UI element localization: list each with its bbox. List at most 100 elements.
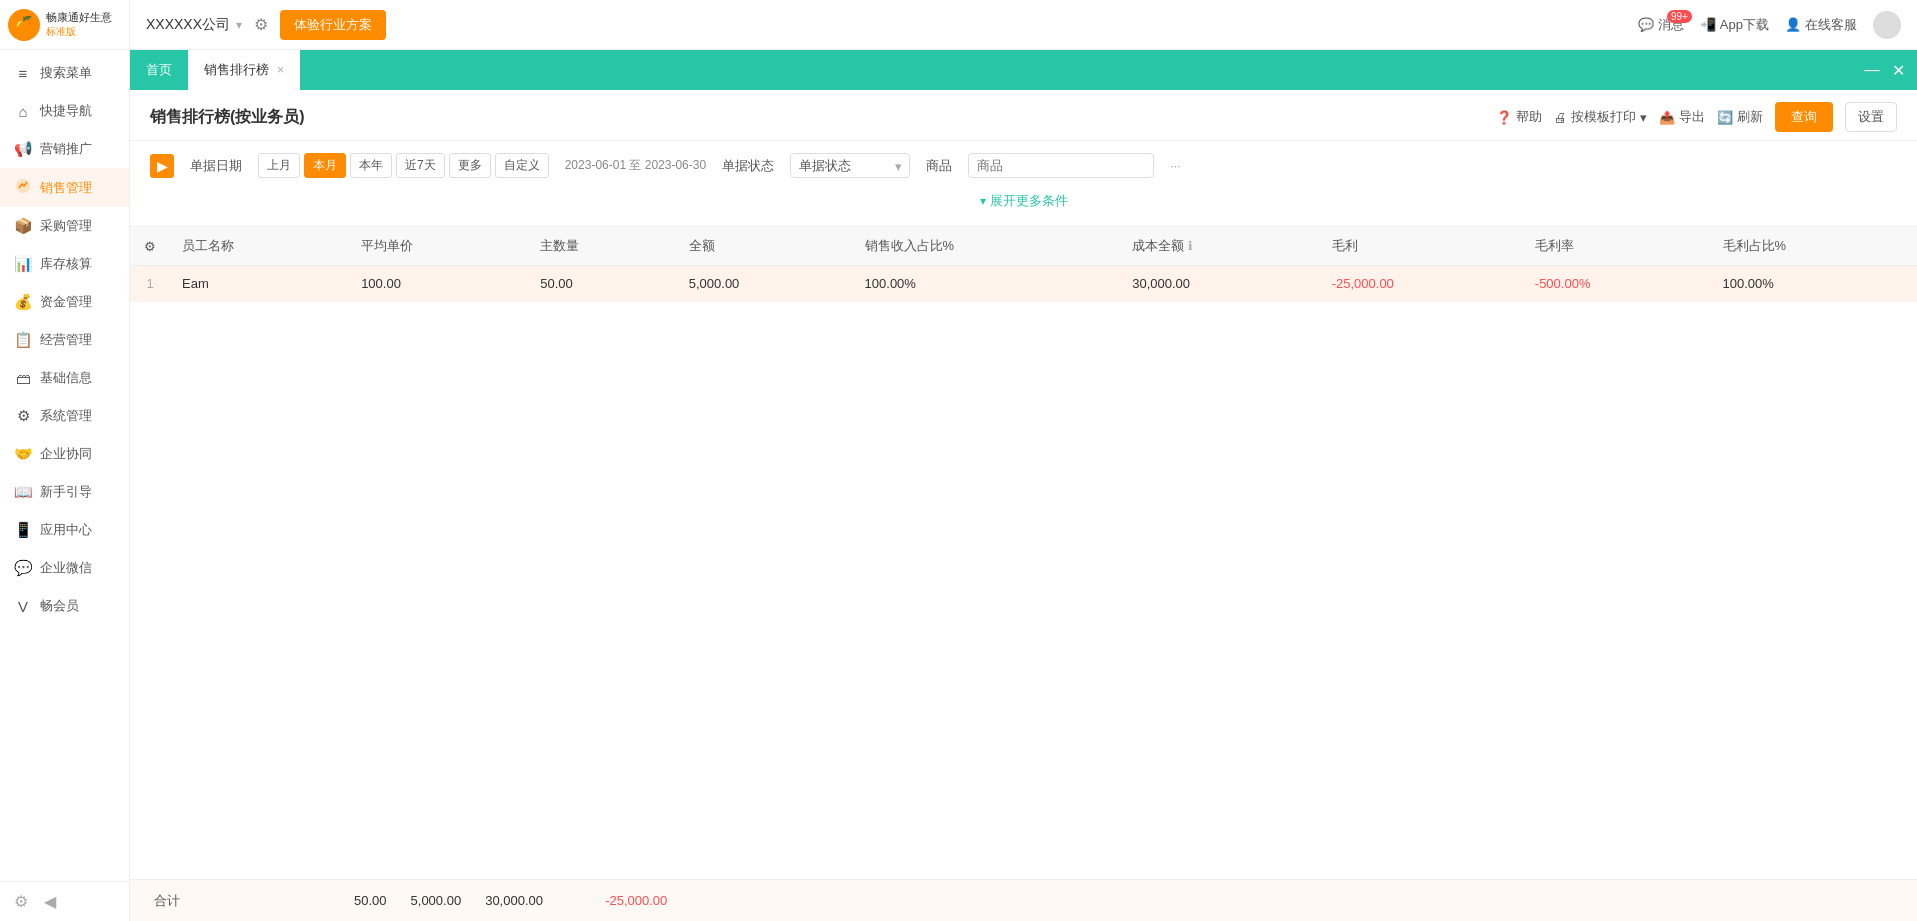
- online-service-button[interactable]: 👤 在线客服: [1785, 16, 1857, 34]
- trial-button[interactable]: 体验行业方案: [280, 10, 386, 40]
- sidebar-item-marketing[interactable]: 📢 营销推广: [0, 130, 129, 168]
- date-btn-last-month[interactable]: 上月: [258, 153, 300, 178]
- date-btn-this-month[interactable]: 本月: [304, 153, 346, 178]
- system-icon: ⚙: [14, 407, 32, 425]
- goods-label: 商品: [926, 157, 952, 175]
- sidebar-item-system[interactable]: ⚙ 系统管理: [0, 397, 129, 435]
- status-select[interactable]: 单据状态: [790, 153, 910, 178]
- sidebar-bottom: ⚙ ◀: [0, 881, 129, 921]
- sidebar-item-sales[interactable]: 销售管理: [0, 168, 129, 207]
- col-main-qty: 主数量: [528, 227, 676, 266]
- date-btn-7days[interactable]: 近7天: [396, 153, 445, 178]
- basics-icon: 🗃: [14, 370, 32, 387]
- sidebar-item-label: 采购管理: [40, 217, 92, 235]
- filter-toggle-arrow[interactable]: ▶: [150, 154, 174, 178]
- col-cost: 成本全额 ℹ: [1120, 227, 1319, 266]
- sidebar-item-finance[interactable]: 💰 资金管理: [0, 283, 129, 321]
- sidebar-item-label: 库存核算: [40, 255, 92, 273]
- service-icon: 👤: [1785, 17, 1801, 32]
- date-label: 单据日期: [190, 157, 242, 175]
- page-title: 销售排行榜(按业务员): [150, 107, 305, 128]
- cell-cost: 30,000.00: [1120, 266, 1319, 302]
- data-table: ⚙ 员工名称 平均单价 主数量 全额 销售收入占比% 成本全额 ℹ 毛利 毛利率…: [130, 227, 1917, 302]
- collapse-icon[interactable]: ◀: [44, 892, 56, 911]
- inventory-icon: 📊: [14, 255, 32, 273]
- sidebar-item-purchase[interactable]: 📦 采购管理: [0, 207, 129, 245]
- tab-close-icon[interactable]: ×: [277, 63, 284, 77]
- tab-sales-ranking[interactable]: 销售排行榜 ×: [188, 50, 300, 90]
- column-settings-icon: ⚙: [144, 239, 156, 254]
- search-menu-icon: ≡: [14, 65, 32, 82]
- message-button[interactable]: 💬 消息 99+: [1638, 16, 1684, 34]
- date-btn-more[interactable]: 更多: [449, 153, 491, 178]
- minimize-icon[interactable]: —: [1864, 61, 1880, 79]
- col-settings[interactable]: ⚙: [130, 227, 170, 266]
- expand-more-button[interactable]: ▾ 展开更多条件: [980, 188, 1068, 214]
- sidebar-item-basics[interactable]: 🗃 基础信息: [0, 359, 129, 397]
- tab-home[interactable]: 首页: [130, 50, 188, 90]
- table-row: 1 Eam 100.00 50.00 5,000.00 100.00% 30,0…: [130, 266, 1917, 302]
- settings-bottom-icon[interactable]: ⚙: [14, 892, 28, 911]
- settings-icon[interactable]: ⚙: [254, 15, 268, 34]
- help-button[interactable]: ❓ 帮助: [1496, 108, 1542, 126]
- sidebar-item-label: 新手引导: [40, 483, 92, 501]
- expand-chevron-icon: ▾: [980, 194, 986, 208]
- date-range-display: 2023-06-01 至 2023-06-30: [565, 157, 706, 174]
- purchase-icon: 📦: [14, 217, 32, 235]
- sidebar-item-inventory[interactable]: 📊 库存核算: [0, 245, 129, 283]
- company-name: XXXXXX公司: [146, 16, 230, 34]
- filter-row-1: ▶ 单据日期 上月 本月 本年 近7天 更多 自定义 2023-06-01 至 …: [150, 153, 1897, 178]
- date-btn-this-year[interactable]: 本年: [350, 153, 392, 178]
- sidebar-item-apps[interactable]: 📱 应用中心: [0, 511, 129, 549]
- operations-icon: 📋: [14, 331, 32, 349]
- sidebar-item-collab[interactable]: 🤝 企业协同: [0, 435, 129, 473]
- company-dropdown-arrow: ▾: [236, 18, 242, 32]
- user-avatar[interactable]: [1873, 11, 1901, 39]
- logo-area: 🍊 畅康通好生意 标准版: [0, 0, 129, 50]
- sidebar-item-label: 企业微信: [40, 559, 92, 577]
- main-content: XXXXXX公司 ▾ ⚙ 体验行业方案 💬 消息 99+ 📲 App下载 👤 在…: [130, 0, 1917, 921]
- finance-icon: 💰: [14, 293, 32, 311]
- expand-more-label: 展开更多条件: [990, 192, 1068, 210]
- more-filters-dots[interactable]: ···: [1170, 158, 1181, 173]
- page-header: 销售排行榜(按业务员) ❓ 帮助 🖨 按模板打印 ▾ 📤 导出 🔄 刷新: [130, 90, 1917, 141]
- sidebar-item-label: 经营管理: [40, 331, 92, 349]
- export-button[interactable]: 📤 导出: [1659, 108, 1705, 126]
- col-gross-pct: 毛利占比%: [1711, 227, 1917, 266]
- cell-gross: -25,000.00: [1320, 266, 1523, 302]
- wechat-icon: 💬: [14, 559, 32, 577]
- sidebar-item-operations[interactable]: 📋 经营管理: [0, 321, 129, 359]
- table-area: ⚙ 员工名称 平均单价 主数量 全额 销售收入占比% 成本全额 ℹ 毛利 毛利率…: [130, 227, 1917, 879]
- app-icon: 📲: [1700, 17, 1716, 32]
- date-btn-custom[interactable]: 自定义: [495, 153, 549, 178]
- footer-total: 5,000.00: [399, 893, 474, 908]
- app-download-button[interactable]: 📲 App下载: [1700, 16, 1769, 34]
- filter-row-expand: ▾ 展开更多条件: [150, 188, 1897, 214]
- tab-bar: 首页 销售排行榜 × — ✕: [130, 50, 1917, 90]
- col-total: 全额: [677, 227, 853, 266]
- page-actions: ❓ 帮助 🖨 按模板打印 ▾ 📤 导出 🔄 刷新 查询 设置: [1496, 102, 1897, 132]
- sidebar-item-wechat[interactable]: 💬 企业微信: [0, 549, 129, 587]
- refresh-button[interactable]: 🔄 刷新: [1717, 108, 1763, 126]
- sidebar-item-label: 系统管理: [40, 407, 92, 425]
- sidebar-item-quicknav[interactable]: ⌂ 快捷导航: [0, 92, 129, 130]
- cost-help-icon: ℹ: [1188, 239, 1193, 253]
- table-header-row: ⚙ 员工名称 平均单价 主数量 全额 销售收入占比% 成本全额 ℹ 毛利 毛利率…: [130, 227, 1917, 266]
- refresh-icon: 🔄: [1717, 110, 1733, 125]
- collab-icon: 🤝: [14, 445, 32, 463]
- close-window-icon[interactable]: ✕: [1892, 61, 1905, 80]
- cell-rank: 1: [130, 266, 170, 302]
- print-icon: 🖨: [1554, 110, 1567, 125]
- settings-button[interactable]: 设置: [1845, 102, 1897, 132]
- print-button[interactable]: 🖨 按模板打印 ▾: [1554, 108, 1647, 126]
- sidebar-item-guide[interactable]: 📖 新手引导: [0, 473, 129, 511]
- sidebar-item-search[interactable]: ≡ 搜索菜单: [0, 54, 129, 92]
- col-avg-price: 平均单价: [349, 227, 528, 266]
- help-icon: ❓: [1496, 110, 1512, 125]
- goods-input[interactable]: [968, 153, 1154, 178]
- query-button[interactable]: 查询: [1775, 102, 1833, 132]
- sidebar-item-member[interactable]: V 畅会员: [0, 587, 129, 625]
- message-icon: 💬: [1638, 17, 1654, 32]
- company-selector[interactable]: XXXXXX公司 ▾: [146, 16, 242, 34]
- filter-area: ▶ 单据日期 上月 本月 本年 近7天 更多 自定义 2023-06-01 至 …: [130, 141, 1917, 227]
